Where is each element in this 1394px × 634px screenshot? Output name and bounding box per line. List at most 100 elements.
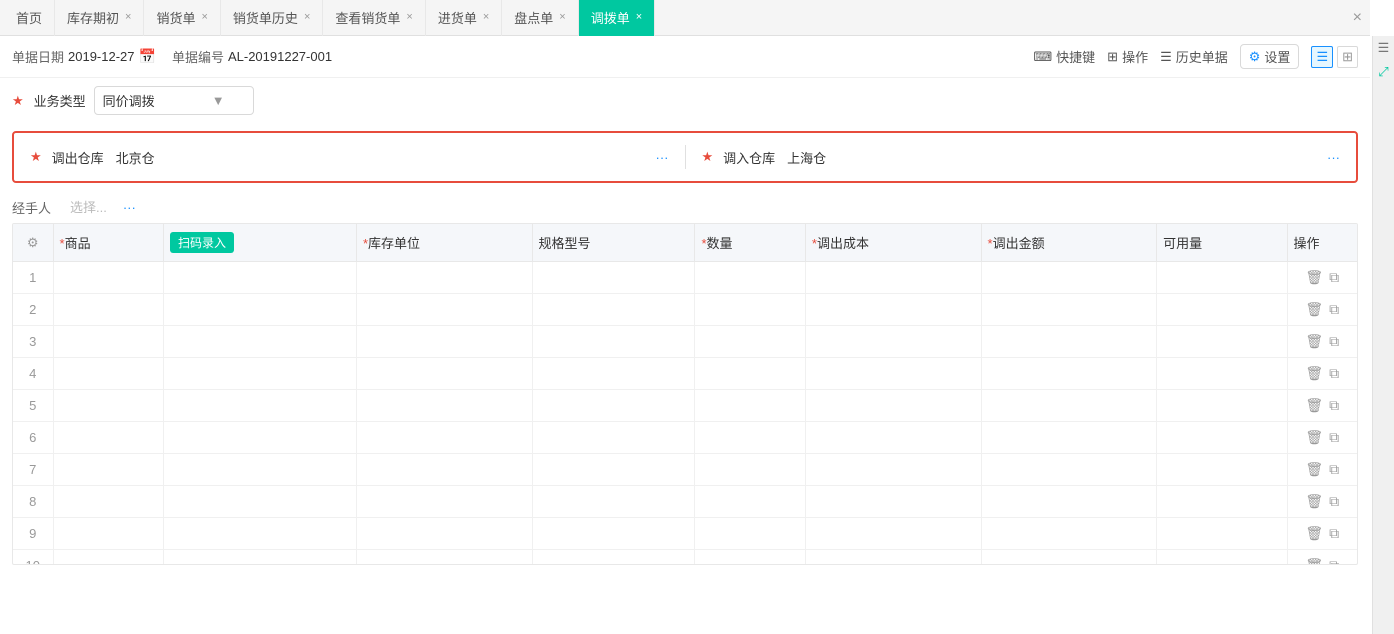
copy-row-button[interactable]: ⧉ [1329,365,1339,382]
unit-cell[interactable] [356,454,532,486]
cost-cell[interactable] [805,550,981,565]
qty-cell[interactable] [695,358,805,390]
in-warehouse-more-button[interactable]: ··· [1327,150,1340,165]
copy-row-button[interactable]: ⧉ [1329,429,1339,446]
spec-cell[interactable] [532,486,695,518]
cost-cell[interactable] [805,486,981,518]
delete-row-button[interactable]: 🗑 [1305,301,1323,318]
delete-row-button[interactable]: 🗑 [1305,557,1323,564]
tab-sales-order[interactable]: 销货单 × [144,0,220,36]
cost-cell[interactable] [805,422,981,454]
spec-cell[interactable] [532,454,695,486]
spec-cell[interactable] [532,422,695,454]
delete-row-button[interactable]: 🗑 [1305,397,1323,414]
spec-cell[interactable] [532,550,695,565]
copy-row-button[interactable]: ⧉ [1329,333,1339,350]
cost-cell[interactable] [805,454,981,486]
spec-cell[interactable] [532,294,695,326]
unit-cell[interactable] [356,390,532,422]
copy-row-button[interactable]: ⧉ [1329,301,1339,318]
delete-row-button[interactable]: 🗑 [1305,525,1323,542]
product-cell[interactable] [53,294,163,326]
qty-cell[interactable] [695,518,805,550]
qty-cell[interactable] [695,390,805,422]
unit-cell[interactable] [356,486,532,518]
product-cell[interactable] [53,454,163,486]
close-icon[interactable]: × [406,12,412,23]
unit-cell[interactable] [356,550,532,565]
operation-button[interactable]: ⊞ 操作 [1107,47,1148,66]
unit-cell[interactable] [356,294,532,326]
copy-row-button[interactable]: ⧉ [1329,493,1339,510]
amount-cell[interactable] [981,422,1157,454]
sidebar-list-icon[interactable]: ☰ [1378,40,1390,56]
shortcut-key-button[interactable]: ⌨ 快捷键 [1033,47,1095,66]
amount-cell[interactable] [981,550,1157,565]
tab-purchase[interactable]: 进货单 × [426,0,502,36]
amount-cell[interactable] [981,486,1157,518]
unit-cell[interactable] [356,422,532,454]
cost-cell[interactable] [805,358,981,390]
amount-cell[interactable] [981,390,1157,422]
delete-row-button[interactable]: 🗑 [1305,493,1323,510]
close-icon[interactable]: × [125,12,131,23]
amount-cell[interactable] [981,326,1157,358]
spec-cell[interactable] [532,390,695,422]
qty-cell[interactable] [695,550,805,565]
list-view-button[interactable]: ☰ [1311,46,1333,68]
settings-button[interactable]: ⚙ 设置 [1240,44,1300,69]
copy-row-button[interactable]: ⧉ [1329,557,1339,564]
copy-row-button[interactable]: ⧉ [1329,269,1339,286]
cost-cell[interactable] [805,326,981,358]
amount-cell[interactable] [981,294,1157,326]
history-button[interactable]: ☰ 历史单据 [1160,47,1228,66]
qty-cell[interactable] [695,486,805,518]
window-close-button[interactable]: × [1353,9,1362,27]
tab-view-sales[interactable]: 查看销货单 × [323,0,425,36]
product-cell[interactable] [53,390,163,422]
tab-inventory-init[interactable]: 库存期初 × [55,0,144,36]
cost-cell[interactable] [805,294,981,326]
spec-cell[interactable] [532,518,695,550]
cost-cell[interactable] [805,390,981,422]
unit-cell[interactable] [356,262,532,294]
copy-row-button[interactable]: ⧉ [1329,525,1339,542]
handler-more-button[interactable]: ··· [123,200,136,215]
business-type-select[interactable]: 同价调拨 ▼ [94,86,254,115]
copy-row-button[interactable]: ⧉ [1329,461,1339,478]
amount-cell[interactable] [981,518,1157,550]
product-cell[interactable] [53,358,163,390]
delete-row-button[interactable]: 🗑 [1305,333,1323,350]
qty-cell[interactable] [695,262,805,294]
close-icon[interactable]: × [201,12,207,23]
table-scroll-area[interactable]: ⚙ *商品 扫码录入 *库存单位 规格型号 *数量 [13,224,1357,564]
unit-cell[interactable] [356,358,532,390]
close-icon[interactable]: × [636,12,642,23]
product-cell[interactable] [53,550,163,565]
grid-view-button[interactable]: ⊞ [1337,46,1358,68]
product-cell[interactable] [53,486,163,518]
qty-cell[interactable] [695,422,805,454]
product-cell[interactable] [53,262,163,294]
product-cell[interactable] [53,422,163,454]
qty-cell[interactable] [695,326,805,358]
tab-transfer[interactable]: 调拨单 × [579,0,655,36]
tab-sales-history[interactable]: 销货单历史 × [221,0,323,36]
cost-cell[interactable] [805,262,981,294]
amount-cell[interactable] [981,262,1157,294]
delete-row-button[interactable]: 🗑 [1305,461,1323,478]
unit-cell[interactable] [356,518,532,550]
amount-cell[interactable] [981,358,1157,390]
delete-row-button[interactable]: 🗑 [1305,269,1323,286]
close-icon[interactable]: × [559,12,565,23]
calendar-icon[interactable]: 📅 [139,48,156,65]
amount-cell[interactable] [981,454,1157,486]
out-warehouse-more-button[interactable]: ··· [656,150,669,165]
spec-cell[interactable] [532,358,695,390]
sidebar-expand-icon[interactable]: ⤢ [1378,64,1388,80]
delete-row-button[interactable]: 🗑 [1305,429,1323,446]
tab-home[interactable]: 首页 [4,0,55,36]
spec-cell[interactable] [532,262,695,294]
spec-cell[interactable] [532,326,695,358]
product-cell[interactable] [53,326,163,358]
